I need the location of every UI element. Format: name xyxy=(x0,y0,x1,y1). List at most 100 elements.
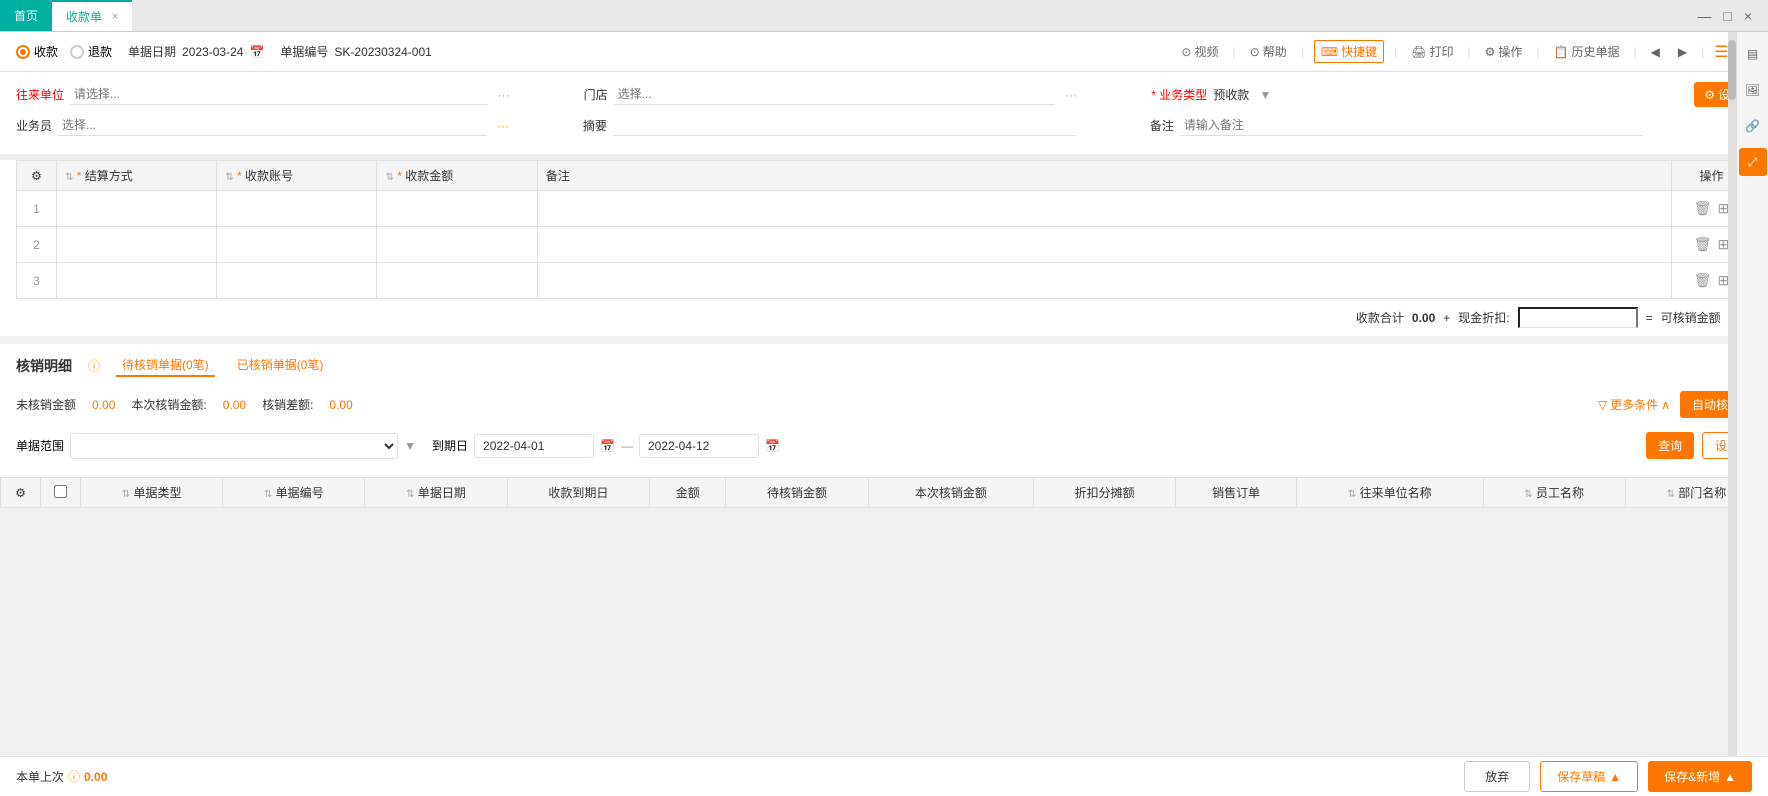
table-gear-th[interactable]: ⚙ xyxy=(17,161,57,191)
refund-radio-label: 退款 xyxy=(88,43,112,60)
store-label: 门店 xyxy=(584,86,608,103)
recon-header: 核销明细 ⓘ 待核销单据(0笔) 已核销单据(0笔) xyxy=(16,354,1752,377)
history-btn[interactable]: 📋 历史单据 xyxy=(1550,41,1624,62)
discount-input[interactable] xyxy=(1518,307,1638,328)
date-separator: — xyxy=(621,439,633,453)
maximize-icon[interactable]: □ xyxy=(1723,8,1731,24)
table-header: ⚙ ⇅ * 结算方式 ⇅ * 收款账号 ⇅ * 收款金额 备注 xyxy=(17,161,1752,191)
save-draft-label: 保存草稿 xyxy=(1557,768,1605,785)
shortcut-btn[interactable]: ⌨ 快捷键 xyxy=(1314,40,1384,63)
date-value[interactable]: 2023-03-24 xyxy=(182,45,243,59)
row3-account[interactable] xyxy=(217,263,377,299)
available-label: 可核销金额 xyxy=(1661,309,1721,326)
select-all-checkbox[interactable] xyxy=(54,485,67,498)
print-btn[interactable]: 🖨 打印 xyxy=(1407,41,1457,62)
row3-amount[interactable] xyxy=(377,263,537,299)
number-value[interactable]: SK-20230324-001 xyxy=(334,45,431,59)
save-draft-arrow-icon[interactable]: ▲ xyxy=(1609,770,1621,784)
note-input[interactable] xyxy=(1180,115,1643,136)
business-type-label: * 业务类型 xyxy=(1151,86,1207,103)
row2-settlement[interactable] xyxy=(57,227,217,263)
save-draft-btn[interactable]: 保存草稿 ▲ xyxy=(1540,761,1638,792)
date-from-calendar-icon[interactable]: 📅 xyxy=(600,439,615,453)
nav-next-btn[interactable]: ▶ xyxy=(1674,43,1691,61)
video-label: 视频 xyxy=(1194,43,1218,60)
scrollbar-thumb[interactable] xyxy=(1728,40,1736,100)
bottom-th-date: ⇅ 单据日期 xyxy=(365,478,507,508)
nav-prev-btn[interactable]: ◀ xyxy=(1647,43,1664,61)
partner-more-icon[interactable]: ··· xyxy=(498,88,510,102)
more-conditions-btn[interactable]: ▽ 更多条件 ∧ xyxy=(1598,396,1670,413)
bottom-table: ⚙ ⇅ 单据类型 ⇅ 单据编号 ⇅ 单据日期 收款到期日 xyxy=(0,477,1768,508)
bottom-th-pending: 待核销金额 xyxy=(726,478,869,508)
row1-account[interactable] xyxy=(217,191,377,227)
footer-this-bill-label: 本单上次 xyxy=(16,768,64,785)
date-to-input[interactable] xyxy=(639,434,759,458)
row3-delete-icon[interactable]: 🗑 xyxy=(1694,272,1712,289)
right-image-icon[interactable]: 🖼 xyxy=(1739,76,1767,104)
partner-field: 往来单位 ··· xyxy=(16,84,510,105)
tab-close-icon[interactable]: × xyxy=(112,11,118,23)
note-label: 备注 xyxy=(1150,117,1174,134)
footer-buttons: 放弃 保存草稿 ▲ 保存&新增 ▲ xyxy=(1464,761,1752,792)
salesman-input[interactable] xyxy=(58,115,487,136)
save-new-label: 保存&新增 xyxy=(1664,768,1720,785)
bottom-th-employee: ⇅ 员工名称 xyxy=(1483,478,1625,508)
bottom-th-gear[interactable]: ⚙ xyxy=(1,478,41,508)
right-expand-icon[interactable]: ⤢ xyxy=(1739,148,1767,176)
query-btn[interactable]: 查询 xyxy=(1646,432,1694,459)
date-calendar-icon[interactable]: 📅 xyxy=(249,45,264,59)
video-icon: ⊙ xyxy=(1181,45,1191,59)
partner-input[interactable] xyxy=(70,84,488,105)
salesman-more-icon[interactable]: ··· xyxy=(497,119,509,133)
row1-note[interactable] xyxy=(537,191,1671,227)
form-row-1: 往来单位 ··· 门店 ··· * 业务类型 预收款 ▼ ⚙ 设置 xyxy=(16,82,1752,107)
store-input[interactable] xyxy=(614,84,1056,105)
scrollbar-track[interactable] xyxy=(1728,32,1736,756)
unchecked-value: 0.00 xyxy=(92,398,115,412)
bottom-th-checkbox[interactable] xyxy=(41,478,81,508)
save-new-btn[interactable]: 保存&新增 ▲ xyxy=(1648,761,1752,792)
list-icon[interactable]: ☰ xyxy=(1714,42,1728,62)
completed-tab[interactable]: 已核销单据(0笔) xyxy=(231,354,330,377)
bottom-th-sales-order: 销售订单 xyxy=(1176,478,1296,508)
shortcut-icon: ⌨ xyxy=(1321,45,1338,59)
salesman-label: 业务员 xyxy=(16,117,52,134)
refund-radio[interactable]: 退款 xyxy=(70,43,112,60)
tab-receipt[interactable]: 收款单 × xyxy=(52,0,132,31)
help-btn[interactable]: ⊙ 帮助 xyxy=(1246,41,1291,62)
row3-note[interactable] xyxy=(537,263,1671,299)
summary-input[interactable] xyxy=(613,115,1076,136)
filter-row: 单据范围 ▼ 到期日 📅 — 📅 查询 设置 xyxy=(16,424,1752,467)
row1-delete-icon[interactable]: 🗑 xyxy=(1694,200,1712,217)
row2-account[interactable] xyxy=(217,227,377,263)
receipt-table: ⚙ ⇅ * 结算方式 ⇅ * 收款账号 ⇅ * 收款金额 备注 xyxy=(16,160,1752,299)
row2-delete-icon[interactable]: 🗑 xyxy=(1694,236,1712,253)
scope-select[interactable] xyxy=(70,433,398,459)
row1-settlement[interactable] xyxy=(57,191,217,227)
right-table-icon[interactable]: ▤ xyxy=(1739,40,1767,68)
row2-amount[interactable] xyxy=(377,227,537,263)
discount-label: 现金折扣: xyxy=(1458,309,1509,326)
store-more-icon[interactable]: ··· xyxy=(1065,88,1077,102)
tab-home[interactable]: 首页 xyxy=(0,0,52,31)
date-to-calendar-icon[interactable]: 📅 xyxy=(765,439,780,453)
window-close-icon[interactable]: × xyxy=(1744,8,1752,24)
operation-btn[interactable]: ⚙ 操作 xyxy=(1481,41,1527,62)
receipt-radio[interactable]: 收款 xyxy=(16,43,58,60)
row2-note[interactable] xyxy=(537,227,1671,263)
footer-info-icon[interactable]: ⓘ xyxy=(68,768,80,785)
date-from-input[interactable] xyxy=(474,434,594,458)
minimize-icon[interactable]: — xyxy=(1697,8,1711,24)
row1-amount[interactable] xyxy=(377,191,537,227)
save-new-arrow-icon[interactable]: ▲ xyxy=(1724,770,1736,784)
business-type-dropdown-icon[interactable]: ▼ xyxy=(1259,88,1271,102)
scope-dropdown-icon[interactable]: ▼ xyxy=(404,439,416,453)
discard-btn[interactable]: 放弃 xyxy=(1464,761,1530,792)
pending-tab[interactable]: 待核销单据(0笔) xyxy=(116,354,215,377)
video-btn[interactable]: ⊙ 视频 xyxy=(1177,41,1222,62)
calc-row: 收款合计 0.00 + 现金折扣: = 可核销金额 0.00 xyxy=(0,299,1768,336)
right-link-icon[interactable]: 🔗 xyxy=(1739,112,1767,140)
recon-info-icon[interactable]: ⓘ xyxy=(88,357,100,374)
row3-settlement[interactable] xyxy=(57,263,217,299)
